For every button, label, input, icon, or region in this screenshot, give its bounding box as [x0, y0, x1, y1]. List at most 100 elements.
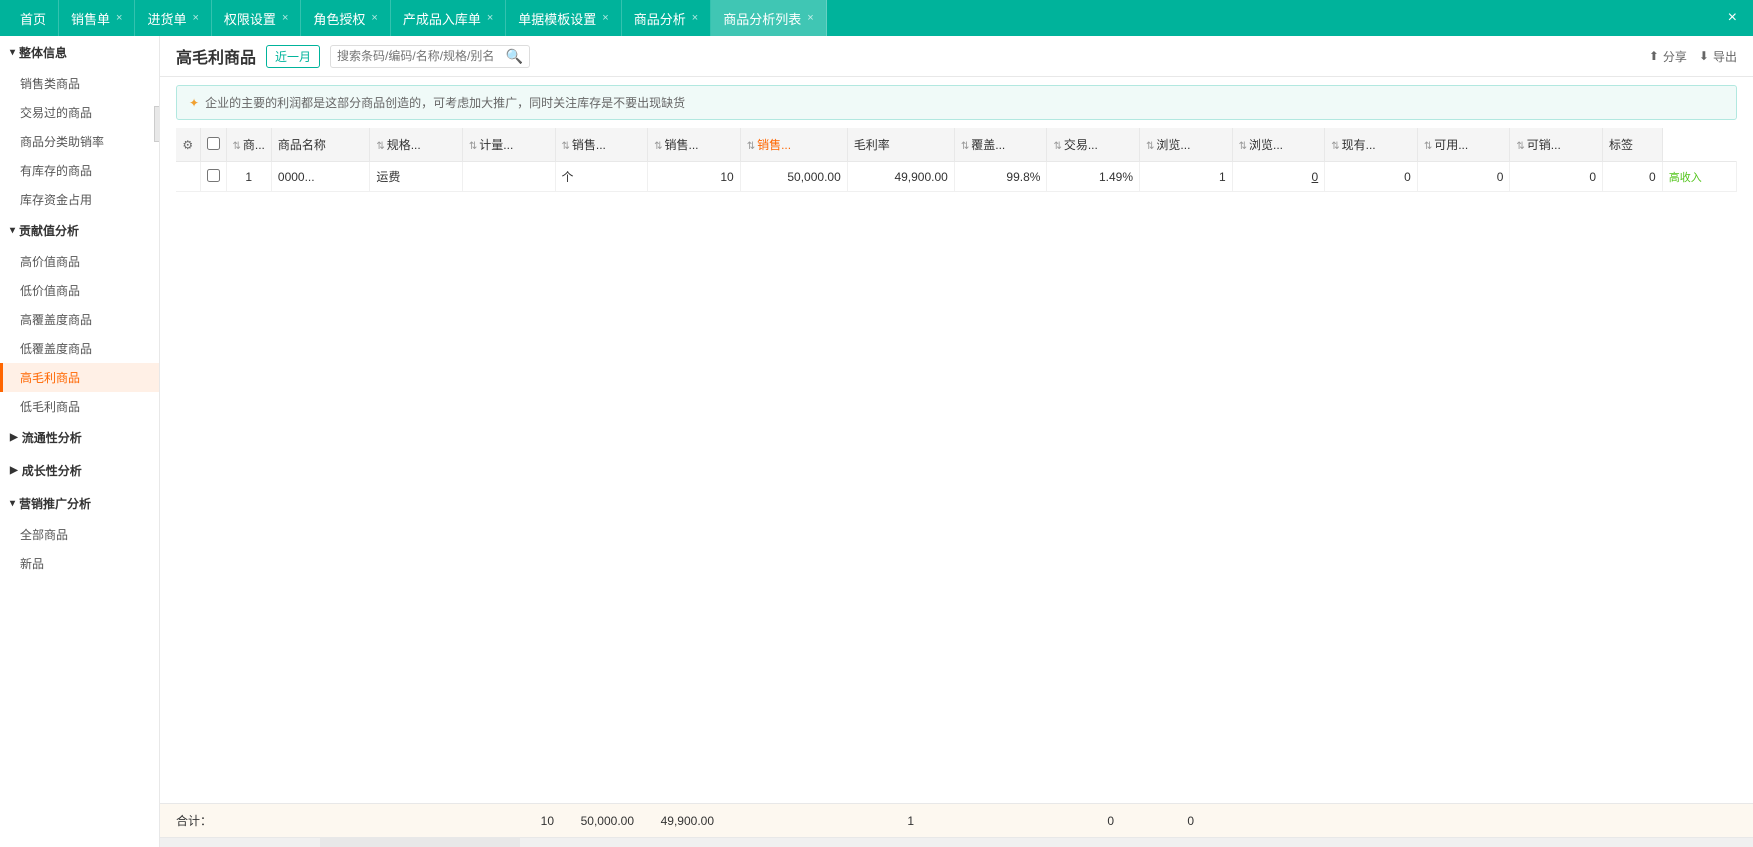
close-tab-finished[interactable]: ×: [487, 12, 493, 24]
page-title: 高毛利商品: [176, 44, 256, 68]
sidebar-item-all-goods[interactable]: 全部商品: [0, 520, 159, 549]
col-sales-amount-header[interactable]: ⇅销售...: [648, 128, 741, 162]
col-sales-profit-header[interactable]: ⇅销售...: [740, 128, 847, 162]
row-name: 运费: [370, 162, 463, 192]
summary-current-stock: 0: [1040, 814, 1120, 828]
row-unit: 个: [555, 162, 648, 192]
share-icon: ⬆: [1649, 49, 1659, 63]
arrow-overall: ▾: [10, 47, 15, 58]
nav-tab-analysis-list[interactable]: 商品分析列表 ×: [711, 0, 826, 36]
col-views1-header[interactable]: ⇅浏览...: [1140, 128, 1233, 162]
row-spec: [462, 162, 555, 192]
col-current-stock-header[interactable]: ⇅现有...: [1325, 128, 1418, 162]
col-unit-header[interactable]: ⇅计量...: [462, 128, 555, 162]
nav-tab-analysis[interactable]: 商品分析 ×: [622, 0, 711, 36]
row-index: 1: [226, 162, 271, 192]
main-layout: ▾ 整体信息 销售类商品 交易过的商品 商品分类助销率 有库存的商品 库存资金占…: [0, 36, 1753, 847]
nav-tab-finished[interactable]: 产成品入库单 ×: [391, 0, 506, 36]
close-tab-analysis[interactable]: ×: [692, 12, 698, 24]
summary-available-stock: 0: [1120, 814, 1200, 828]
summary-bar: 合计： 10 50,000.00 49,900.00 1 0 0: [160, 803, 1753, 837]
row-views1[interactable]: 0: [1232, 162, 1325, 192]
row-select-checkbox[interactable]: [207, 169, 220, 182]
col-coverage-header[interactable]: ⇅覆盖...: [954, 128, 1047, 162]
sidebar-item-high-margin[interactable]: 高毛利商品: [0, 363, 159, 392]
sidebar-item-low-coverage[interactable]: 低覆盖度商品: [0, 334, 159, 363]
close-tab-sales[interactable]: ×: [116, 12, 122, 24]
summary-label: 合计：: [176, 812, 212, 829]
close-tab-permission[interactable]: ×: [282, 12, 288, 24]
col-checkbox[interactable]: [200, 128, 226, 162]
nav-tab-home[interactable]: 首页: [8, 0, 59, 36]
row-code: 0000...: [271, 162, 369, 192]
nav-tab-permission[interactable]: 权限设置 ×: [212, 0, 301, 36]
period-button[interactable]: 近一月: [266, 45, 320, 68]
arrow-contribution: ▾: [10, 225, 15, 236]
search-box: 🔍: [330, 45, 530, 68]
row-tag: 高收入: [1662, 162, 1736, 192]
col-available-stock-header[interactable]: ⇅可用...: [1417, 128, 1510, 162]
data-table: ⚙ ⇅商... 商品名称 ⇅规格... ⇅计量... ⇅销售... ⇅销售...…: [176, 128, 1737, 192]
sidebar-section-marketing[interactable]: ▾ 营销推广分析: [0, 487, 159, 520]
info-icon: ✦: [189, 96, 199, 110]
scrollbar-track[interactable]: [320, 838, 520, 847]
nav-tab-sales[interactable]: 销售单 ×: [59, 0, 135, 36]
bottom-scrollbar[interactable]: [160, 837, 1753, 847]
row-sales-amount: 50,000.00: [740, 162, 847, 192]
sidebar-section-flow[interactable]: ▶ 流通性分析: [0, 421, 159, 454]
search-icon[interactable]: 🔍: [506, 48, 523, 65]
close-tab-purchase[interactable]: ×: [192, 12, 198, 24]
sidebar-section-overall[interactable]: ▾ 整体信息: [0, 36, 159, 69]
top-navigation: 首页 销售单 × 进货单 × 权限设置 × 角色授权 × 产成品入库单 × 单据…: [0, 0, 1753, 36]
nav-tab-template[interactable]: 单据模板设置 ×: [506, 0, 621, 36]
col-spec-header[interactable]: ⇅规格...: [370, 128, 463, 162]
col-views2-header[interactable]: ⇅浏览...: [1232, 128, 1325, 162]
col-sellable-header[interactable]: ⇅可销...: [1510, 128, 1603, 162]
row-sellable: 0: [1603, 162, 1663, 192]
col-code-header[interactable]: ⇅商...: [226, 128, 271, 162]
summary-transaction: 1: [840, 814, 920, 828]
table-container: ⚙ ⇅商... 商品名称 ⇅规格... ⇅计量... ⇅销售... ⇅销售...…: [160, 128, 1753, 803]
search-input[interactable]: [337, 49, 506, 63]
sidebar: ▾ 整体信息 销售类商品 交易过的商品 商品分类助销率 有库存的商品 库存资金占…: [0, 36, 160, 847]
sidebar-item-instock[interactable]: 有库存的商品: [0, 156, 159, 185]
export-icon: ⬇: [1699, 49, 1709, 63]
sidebar-item-category-rate[interactable]: 商品分类助销率: [0, 127, 159, 156]
sidebar-item-new-goods[interactable]: 新品: [0, 549, 159, 578]
content-area: 高毛利商品 近一月 🔍 ⬆ 分享 ⬇ 导出 ✦ 企业的主要的利润都是这部分商品创…: [160, 36, 1753, 847]
sidebar-section-contribution[interactable]: ▾ 贡献值分析: [0, 214, 159, 247]
sidebar-item-high-value[interactable]: 高价值商品: [0, 247, 159, 276]
close-tab-template[interactable]: ×: [602, 12, 608, 24]
sidebar-item-low-margin[interactable]: 低毛利商品: [0, 392, 159, 421]
nav-tab-purchase[interactable]: 进货单 ×: [135, 0, 211, 36]
sidebar-item-traded-goods[interactable]: 交易过的商品: [0, 98, 159, 127]
close-tab-role[interactable]: ×: [371, 12, 377, 24]
sidebar-item-sales-goods[interactable]: 销售类商品: [0, 69, 159, 98]
select-all-checkbox[interactable]: [207, 137, 220, 150]
arrow-growth: ▶: [10, 465, 18, 476]
col-tag-header: 标签: [1603, 128, 1663, 162]
sidebar-collapse-button[interactable]: 《: [154, 106, 160, 142]
share-button[interactable]: ⬆ 分享: [1649, 48, 1687, 65]
sidebar-item-low-value[interactable]: 低价值商品: [0, 276, 159, 305]
row-sales-qty: 10: [648, 162, 741, 192]
content-header: 高毛利商品 近一月 🔍 ⬆ 分享 ⬇ 导出: [160, 36, 1753, 77]
summary-sales-amount: 50,000.00: [560, 814, 640, 828]
info-banner: ✦ 企业的主要的利润都是这部分商品创造的，可考虑加大推广，同时关注库存是不要出现…: [176, 85, 1737, 120]
col-settings[interactable]: ⚙: [176, 128, 200, 162]
close-tab-analysis-list[interactable]: ×: [807, 12, 813, 24]
row-checkbox[interactable]: [200, 162, 226, 192]
close-all-tabs[interactable]: ×: [1720, 9, 1745, 27]
col-transaction-header[interactable]: ⇅交易...: [1047, 128, 1140, 162]
row-views2: 0: [1325, 162, 1418, 192]
sidebar-section-growth[interactable]: ▶ 成长性分析: [0, 454, 159, 487]
row-transaction: 1: [1140, 162, 1233, 192]
col-sales-qty-header[interactable]: ⇅销售...: [555, 128, 648, 162]
nav-tab-role[interactable]: 角色授权 ×: [301, 0, 390, 36]
row-current-stock: 0: [1417, 162, 1510, 192]
row-available-stock: 0: [1510, 162, 1603, 192]
arrow-marketing: ▾: [10, 498, 15, 509]
sidebar-item-stock-capital[interactable]: 库存资金占用: [0, 185, 159, 214]
export-button[interactable]: ⬇ 导出: [1699, 48, 1737, 65]
sidebar-item-high-coverage[interactable]: 高覆盖度商品: [0, 305, 159, 334]
